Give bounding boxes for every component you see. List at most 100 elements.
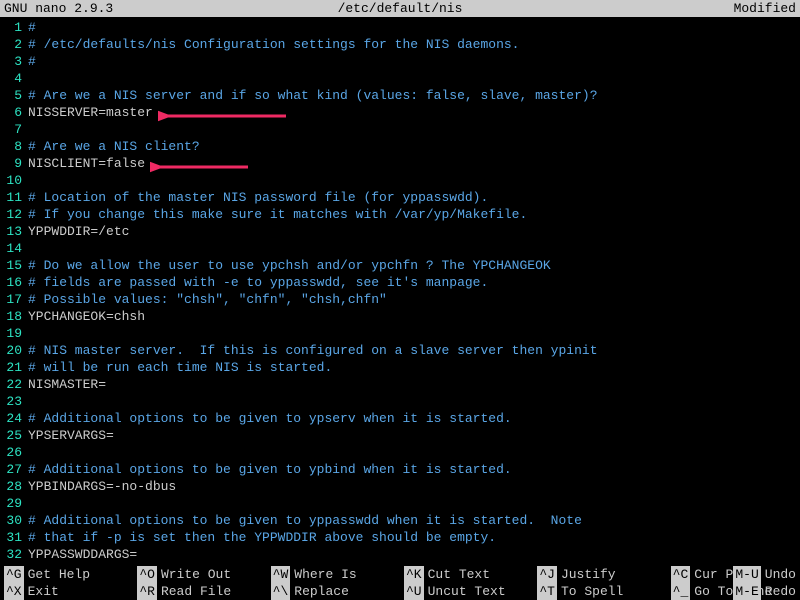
editor-line[interactable]: 27# Additional options to be given to yp… (0, 461, 800, 478)
editor-line[interactable]: 25YPSERVARGS= (0, 427, 800, 444)
line-number: 30 (0, 512, 28, 529)
editor-line[interactable]: 23 (0, 393, 800, 410)
line-number: 26 (0, 444, 28, 461)
editor-line[interactable]: 4 (0, 70, 800, 87)
line-text: # NIS master server. If this is configur… (28, 342, 598, 359)
shortcut-bar: ^GGet Help^OWrite Out^WWhere Is^KCut Tex… (0, 566, 800, 600)
shortcut-item: ^TTo Spell (537, 583, 662, 600)
line-number: 10 (0, 172, 28, 189)
editor-line[interactable]: 3# (0, 53, 800, 70)
line-number: 16 (0, 274, 28, 291)
line-text: # Possible values: "chsh", "chfn", "chsh… (28, 291, 387, 308)
shortcut-item: ^JJustify (537, 566, 662, 583)
line-number: 21 (0, 359, 28, 376)
line-number: 9 (0, 155, 28, 172)
line-number: 6 (0, 104, 28, 121)
editor-line[interactable]: 9NISCLIENT=false (0, 155, 800, 172)
key-redo: M-E (733, 583, 760, 600)
line-number: 28 (0, 478, 28, 495)
editor-line[interactable]: 16# fields are passed with -e to yppassw… (0, 274, 800, 291)
label-redo: Redo (765, 583, 796, 600)
line-number: 25 (0, 427, 28, 444)
shortcut-item: ^\Replace (271, 583, 396, 600)
editor-line[interactable]: 10 (0, 172, 800, 189)
line-number: 5 (0, 87, 28, 104)
line-text: # Location of the master NIS password fi… (28, 189, 488, 206)
editor-line[interactable]: 2# /etc/defaults/nis Configuration setti… (0, 36, 800, 53)
file-path: /etc/default/nis (0, 0, 800, 17)
editor-area[interactable]: 1#2# /etc/defaults/nis Configuration set… (0, 17, 800, 563)
editor-line[interactable]: 18YPCHANGEOK=chsh (0, 308, 800, 325)
editor-line[interactable]: 20# NIS master server. If this is config… (0, 342, 800, 359)
editor-line[interactable]: 14 (0, 240, 800, 257)
modified-indicator: Modified (734, 0, 796, 17)
line-number: 4 (0, 70, 28, 87)
line-number: 24 (0, 410, 28, 427)
editor-line[interactable]: 15# Do we allow the user to use ypchsh a… (0, 257, 800, 274)
editor-line[interactable]: 6NISSERVER=master (0, 104, 800, 121)
line-text: NISCLIENT=false (28, 155, 145, 172)
shortcut-key: ^G (4, 566, 24, 583)
line-text: YPPWDDIR=/etc (28, 223, 129, 240)
line-text: # will be run each time NIS is started. (28, 359, 332, 376)
editor-line[interactable]: 26 (0, 444, 800, 461)
editor-line[interactable]: 7 (0, 121, 800, 138)
line-text: # /etc/defaults/nis Configuration settin… (28, 36, 519, 53)
shortcut-key: ^K (404, 566, 424, 583)
line-text: YPPASSWDDARGS= (28, 546, 137, 563)
shortcut-label: Justify (561, 566, 616, 583)
editor-line[interactable]: 19 (0, 325, 800, 342)
shortcut-key: ^W (271, 566, 291, 583)
editor-line[interactable]: 8# Are we a NIS client? (0, 138, 800, 155)
shortcut-label: Get Help (28, 566, 90, 583)
editor-line[interactable]: 11# Location of the master NIS password … (0, 189, 800, 206)
line-number: 7 (0, 121, 28, 138)
shortcut-item: ^OWrite Out (137, 566, 262, 583)
editor-line[interactable]: 29 (0, 495, 800, 512)
shortcut-key: ^_ (671, 583, 691, 600)
line-number: 11 (0, 189, 28, 206)
line-text: # Additional options to be given to ypse… (28, 410, 512, 427)
line-text: # (28, 53, 36, 70)
editor-line[interactable]: 5# Are we a NIS server and if so what ki… (0, 87, 800, 104)
line-text: # that if -p is set then the YPPWDDIR ab… (28, 529, 496, 546)
shortcut-item: ^RRead File (137, 583, 262, 600)
editor-line[interactable]: 30# Additional options to be given to yp… (0, 512, 800, 529)
line-number: 19 (0, 325, 28, 342)
line-number: 27 (0, 461, 28, 478)
editor-line[interactable]: 22NISMASTER= (0, 376, 800, 393)
editor-line[interactable]: 1# (0, 19, 800, 36)
line-text: # Are we a NIS server and if so what kin… (28, 87, 598, 104)
line-text: # Do we allow the user to use ypchsh and… (28, 257, 551, 274)
app-name: GNU nano 2.9.3 (4, 0, 113, 17)
line-number: 23 (0, 393, 28, 410)
line-text: YPSERVARGS= (28, 427, 114, 444)
editor-line[interactable]: 28YPBINDARGS=-no-dbus (0, 478, 800, 495)
line-text: # If you change this make sure it matche… (28, 206, 527, 223)
line-text: # Additional options to be given to yppa… (28, 512, 582, 529)
shortcut-label: Exit (28, 583, 59, 600)
line-text: YPCHANGEOK=chsh (28, 308, 145, 325)
shortcut-key: ^\ (271, 583, 291, 600)
line-number: 8 (0, 138, 28, 155)
editor-line[interactable]: 31# that if -p is set then the YPPWDDIR … (0, 529, 800, 546)
editor-line[interactable]: 17# Possible values: "chsh", "chfn", "ch… (0, 291, 800, 308)
shortcut-label: Replace (294, 583, 349, 600)
shortcut-key: ^T (537, 583, 557, 600)
editor-line[interactable]: 12# If you change this make sure it matc… (0, 206, 800, 223)
editor-line[interactable]: 32YPPASSWDDARGS= (0, 546, 800, 563)
shortcut-key: ^J (537, 566, 557, 583)
editor-line[interactable]: 13YPPWDDIR=/etc (0, 223, 800, 240)
shortcut-extra: M-E Redo (733, 583, 796, 600)
line-text: # Are we a NIS client? (28, 138, 200, 155)
shortcut-label: Cut Text (428, 566, 490, 583)
line-number: 15 (0, 257, 28, 274)
shortcut-key: ^C (671, 566, 691, 583)
editor-line[interactable]: 24# Additional options to be given to yp… (0, 410, 800, 427)
shortcut-label: To Spell (561, 583, 623, 600)
shortcut-item: ^GGet Help (4, 566, 129, 583)
line-text: NISMASTER= (28, 376, 106, 393)
line-number: 32 (0, 546, 28, 563)
editor-line[interactable]: 21# will be run each time NIS is started… (0, 359, 800, 376)
shortcut-label: Uncut Text (428, 583, 506, 600)
